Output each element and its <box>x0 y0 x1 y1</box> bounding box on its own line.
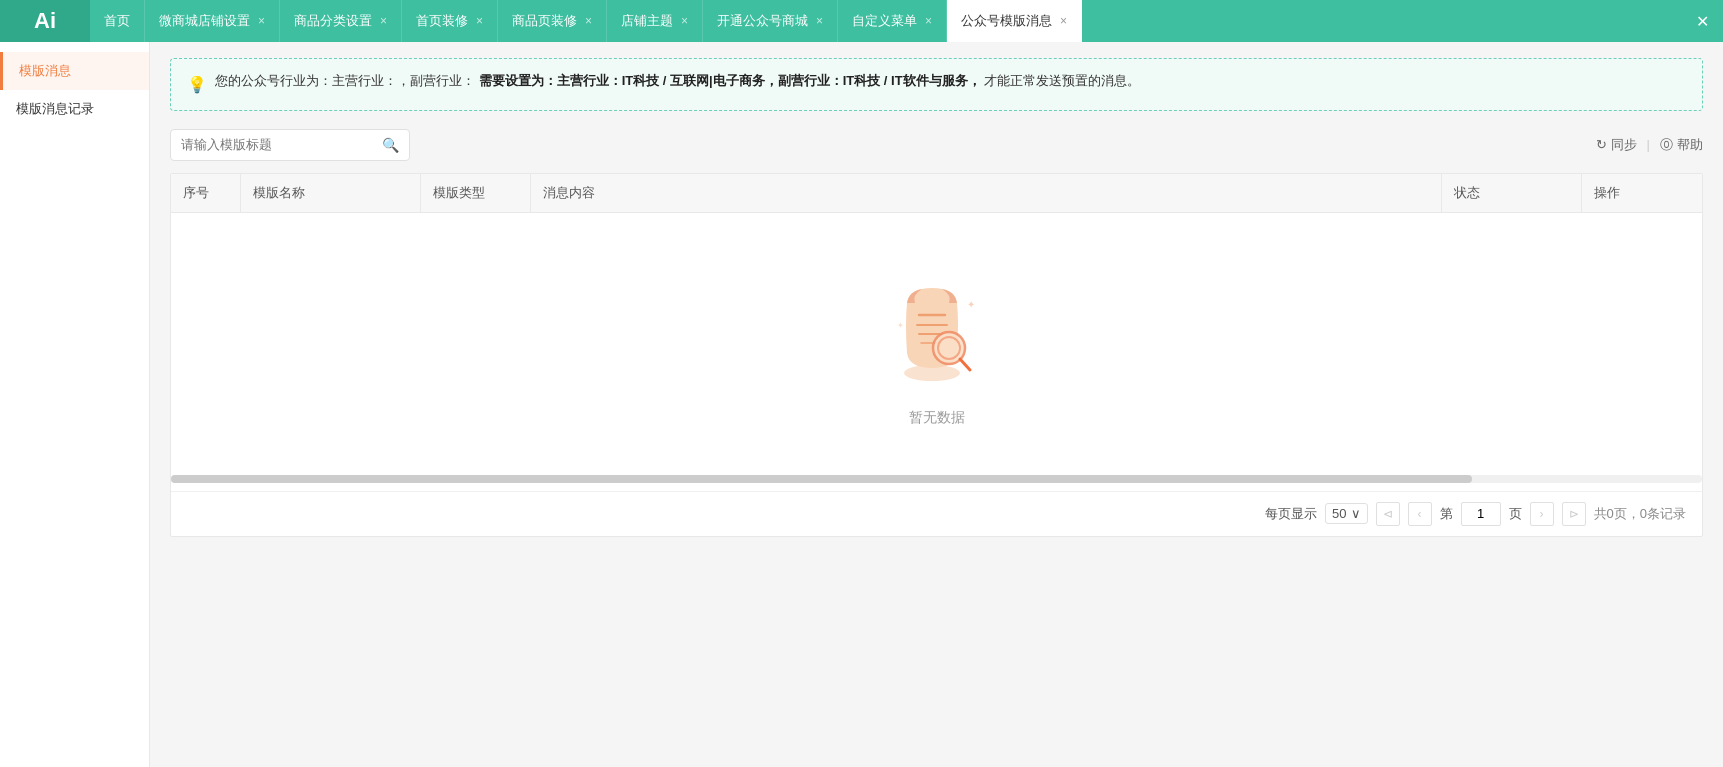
page-di-label: 第 <box>1440 505 1453 523</box>
svg-text:✦: ✦ <box>967 299 975 310</box>
tab-shop-theme-label: 店铺主题 <box>621 12 673 30</box>
tab-shop-settings-close[interactable]: × <box>258 14 265 28</box>
col-name: 模版名称 <box>241 174 421 212</box>
global-close-button[interactable]: ✕ <box>1681 0 1723 42</box>
page-size-label: 每页显示 <box>1265 505 1317 523</box>
col-content: 消息内容 <box>531 174 1442 212</box>
tab-open-mall-close[interactable]: × <box>816 14 823 28</box>
empty-text: 暂无数据 <box>909 409 965 427</box>
tab-home-decor-close[interactable]: × <box>476 14 483 28</box>
search-input[interactable] <box>181 137 382 152</box>
tab-template-msg[interactable]: 公众号模版消息 × <box>947 0 1082 42</box>
tab-shop-settings[interactable]: 微商城店铺设置 × <box>145 0 280 42</box>
page-next-button[interactable]: › <box>1530 502 1554 526</box>
search-icon[interactable]: 🔍 <box>382 137 399 153</box>
horizontal-scrollbar[interactable] <box>171 475 1702 483</box>
tab-category-settings-close[interactable]: × <box>380 14 387 28</box>
tab-category-settings[interactable]: 商品分类设置 × <box>280 0 402 42</box>
tab-shop-theme-close[interactable]: × <box>681 14 688 28</box>
pagination: 每页显示 50 ∨ ⊲ ‹ 第 页 › ⊳ 共0页，0条记录 <box>171 491 1702 536</box>
sidebar: 模版消息 模版消息记录 <box>0 42 150 767</box>
tab-product-decor-label: 商品页装修 <box>512 12 577 30</box>
empty-illustration: ✦ ✦ <box>877 273 997 393</box>
page-size-value: 50 <box>1332 506 1346 521</box>
notice-text: 您的公众号行业为：主营行业：，副营行业： 需要设置为：主营行业：IT科技 / 互… <box>215 71 1140 92</box>
col-status: 状态 <box>1442 174 1582 212</box>
tab-category-settings-label: 商品分类设置 <box>294 12 372 30</box>
help-button[interactable]: ⓪ 帮助 <box>1660 136 1703 154</box>
main-layout: 模版消息 模版消息记录 💡 您的公众号行业为：主营行业：，副营行业： 需要设置为… <box>0 42 1723 767</box>
tab-home-decor[interactable]: 首页装修 × <box>402 0 498 42</box>
total-info: 共0页，0条记录 <box>1594 505 1686 523</box>
tab-product-decor[interactable]: 商品页装修 × <box>498 0 607 42</box>
toolbar-right: ↻ 同步 | ⓪ 帮助 <box>1596 136 1703 154</box>
top-nav: Ai 首页 微商城店铺设置 × 商品分类设置 × 首页装修 × 商品页装修 × … <box>0 0 1723 42</box>
notice-bulb-icon: 💡 <box>187 72 207 98</box>
page-size-chevron-icon: ∨ <box>1351 506 1361 521</box>
tab-home[interactable]: 首页 <box>90 0 145 42</box>
tab-template-msg-close[interactable]: × <box>1060 14 1067 28</box>
sidebar-item-template-msg-label: 模版消息 <box>19 63 71 78</box>
tab-custom-menu-label: 自定义菜单 <box>852 12 917 30</box>
page-unit-label: 页 <box>1509 505 1522 523</box>
sidebar-item-template-msg[interactable]: 模版消息 <box>0 52 149 90</box>
notice-highlight: 需要设置为：主营行业：IT科技 / 互联网|电子商务，副营行业：IT科技 / I… <box>479 73 981 88</box>
col-type: 模版类型 <box>421 174 531 212</box>
svg-text:✦: ✦ <box>897 321 904 330</box>
tab-template-msg-label: 公众号模版消息 <box>961 12 1052 30</box>
tab-open-mall[interactable]: 开通公众号商城 × <box>703 0 838 42</box>
tab-custom-menu[interactable]: 自定义菜单 × <box>838 0 947 42</box>
svg-line-7 <box>960 359 970 370</box>
tab-home-decor-label: 首页装修 <box>416 12 468 30</box>
tab-home-label: 首页 <box>104 12 130 30</box>
sync-label: 同步 <box>1611 136 1637 154</box>
page-last-button[interactable]: ⊳ <box>1562 502 1586 526</box>
tab-product-decor-close[interactable]: × <box>585 14 592 28</box>
brand-logo: Ai <box>0 0 90 42</box>
notice-box: 💡 您的公众号行业为：主营行业：，副营行业： 需要设置为：主营行业：IT科技 /… <box>170 58 1703 111</box>
toolbar-divider: | <box>1647 137 1650 152</box>
tab-shop-theme[interactable]: 店铺主题 × <box>607 0 703 42</box>
empty-state: ✦ ✦ 暂无数据 <box>171 213 1702 467</box>
toolbar: 🔍 ↻ 同步 | ⓪ 帮助 <box>170 129 1703 161</box>
page-first-button[interactable]: ⊲ <box>1376 502 1400 526</box>
help-circle-icon: ⓪ <box>1660 136 1673 154</box>
page-input[interactable] <box>1461 502 1501 526</box>
tab-custom-menu-close[interactable]: × <box>925 14 932 28</box>
notice-suffix: 才能正常发送预置的消息。 <box>984 73 1140 88</box>
data-table: 序号 模版名称 模版类型 消息内容 状态 操作 <box>170 173 1703 537</box>
sidebar-item-template-msg-records[interactable]: 模版消息记录 <box>0 90 149 128</box>
page-prev-button[interactable]: ‹ <box>1408 502 1432 526</box>
col-actions: 操作 <box>1582 174 1702 212</box>
help-label: 帮助 <box>1677 136 1703 154</box>
notice-prefix: 您的公众号行业为：主营行业：，副营行业： <box>215 73 475 88</box>
col-index: 序号 <box>171 174 241 212</box>
table-header: 序号 模版名称 模版类型 消息内容 状态 操作 <box>171 174 1702 213</box>
content-area: 💡 您的公众号行业为：主营行业：，副营行业： 需要设置为：主营行业：IT科技 /… <box>150 42 1723 767</box>
tabs-area: 首页 微商城店铺设置 × 商品分类设置 × 首页装修 × 商品页装修 × 店铺主… <box>90 0 1681 42</box>
sync-icon: ↻ <box>1596 137 1607 152</box>
page-size-select[interactable]: 50 ∨ <box>1325 503 1367 524</box>
tab-shop-settings-label: 微商城店铺设置 <box>159 12 250 30</box>
tab-open-mall-label: 开通公众号商城 <box>717 12 808 30</box>
scrollbar-thumb[interactable] <box>171 475 1472 483</box>
search-area[interactable]: 🔍 <box>170 129 410 161</box>
sidebar-item-template-msg-records-label: 模版消息记录 <box>16 101 94 116</box>
sync-button[interactable]: ↻ 同步 <box>1596 136 1637 154</box>
